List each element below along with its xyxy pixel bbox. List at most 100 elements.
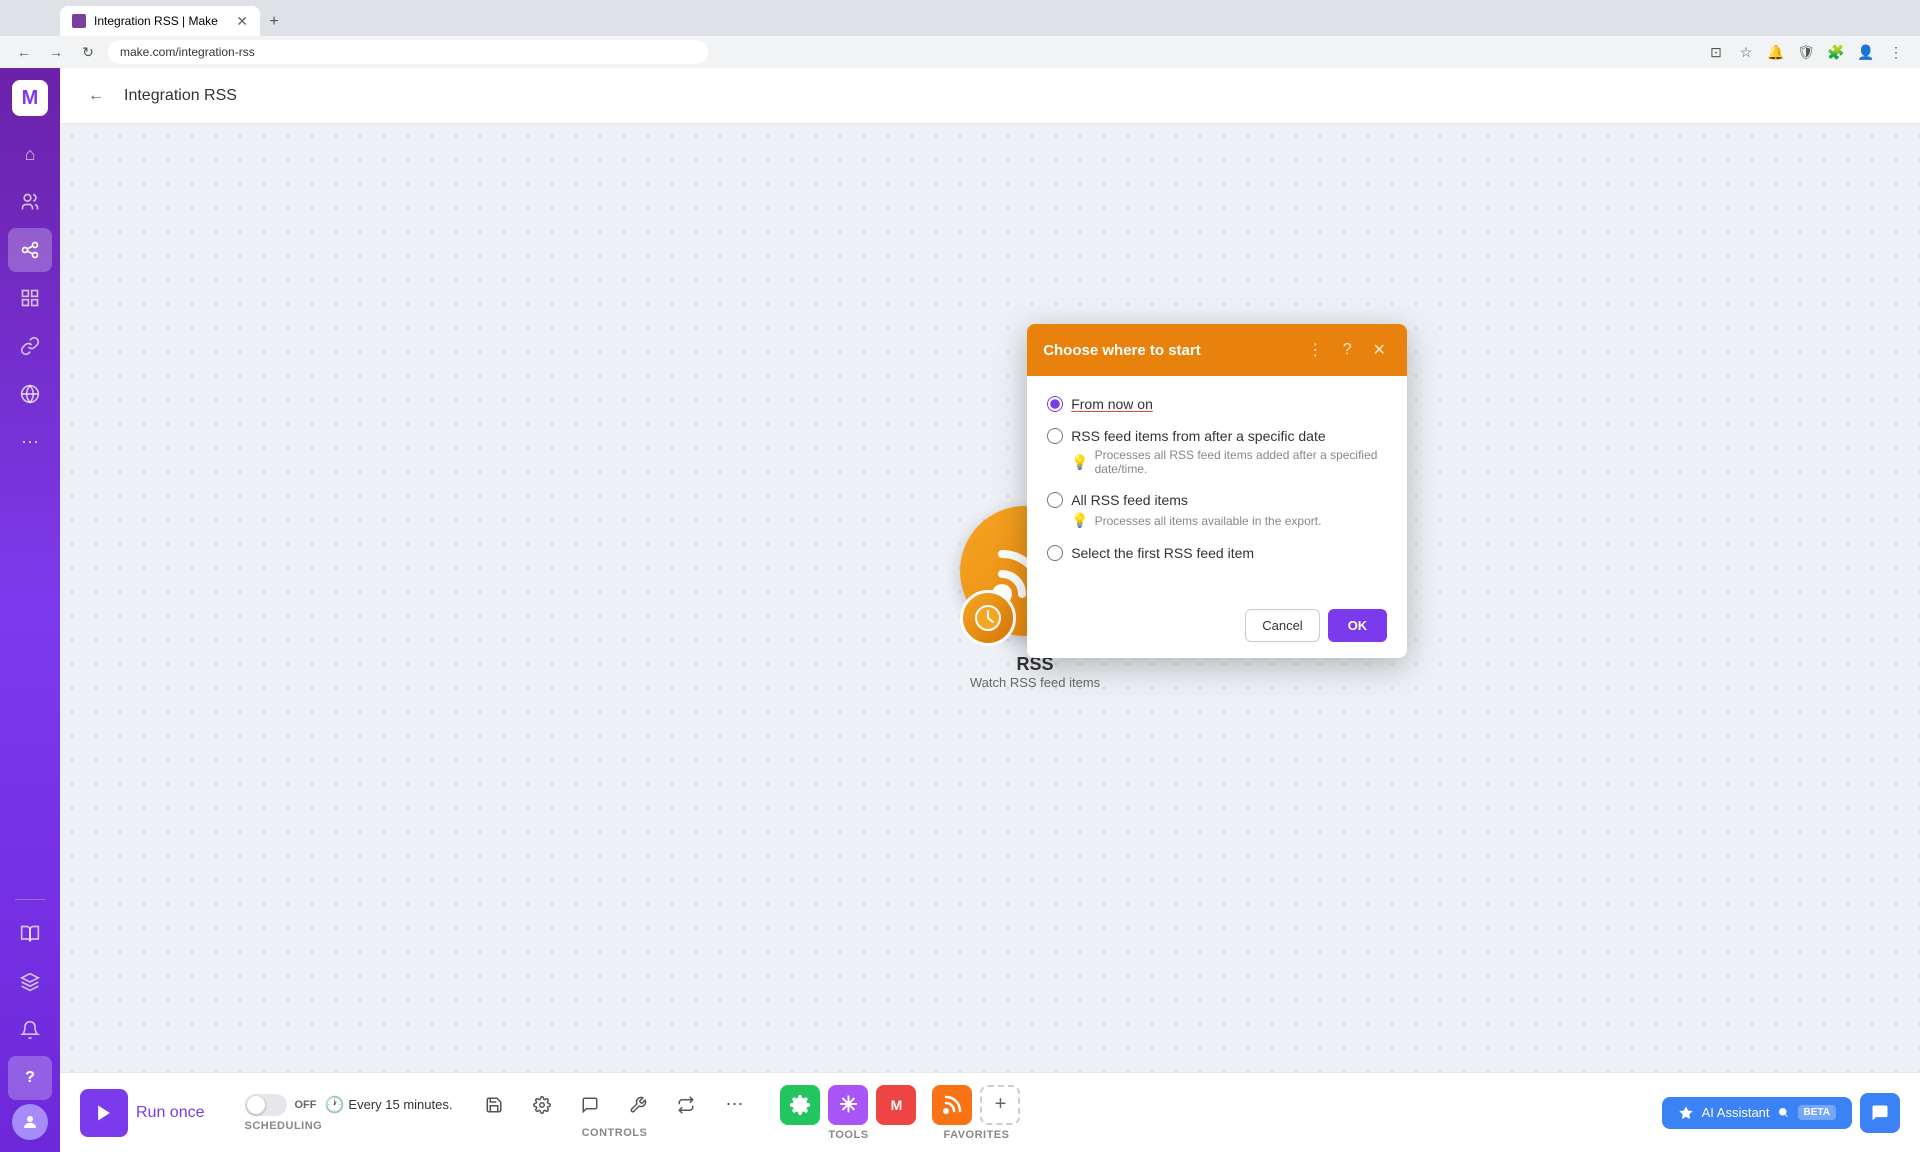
radio-option-all-items: All RSS feed items 💡 Processes all items…	[1047, 492, 1387, 529]
browser-tab[interactable]: Integration RSS | Make ✕	[60, 6, 260, 36]
tool-rss-btn[interactable]	[932, 1085, 972, 1125]
bookmark-icon[interactable]: ☆	[1734, 40, 1758, 64]
sidebar-item-apps[interactable]	[8, 276, 52, 320]
beta-badge: BETA	[1798, 1105, 1836, 1120]
scheduling-label: SCHEDULING	[245, 1120, 323, 1132]
sidebar-bottom: ?	[8, 891, 52, 1140]
shield-icon[interactable]: 🛡	[1794, 40, 1818, 64]
ok-button[interactable]: OK	[1328, 609, 1388, 642]
extensions-icon[interactable]: 🧩	[1824, 40, 1848, 64]
arrows-icon-btn[interactable]	[668, 1087, 704, 1123]
tools-icons: ✳ M	[780, 1085, 916, 1125]
settings-icon-btn[interactable]	[524, 1087, 560, 1123]
modal-overlay: Choose where to start ⋮ ? ✕ From no	[60, 124, 1920, 1072]
sidebar: M ⌂ ⋯ ?	[0, 68, 60, 1152]
ai-assistant-label: AI Assistant	[1702, 1105, 1770, 1120]
radio-all-items[interactable]	[1047, 492, 1063, 508]
controls-icons: ⋯	[476, 1087, 752, 1123]
sidebar-item-scenarios[interactable]	[8, 228, 52, 272]
tool-red-btn[interactable]: M	[876, 1085, 916, 1125]
modal-header-actions: ⋮ ? ✕	[1303, 338, 1391, 362]
logo-text: M	[22, 87, 39, 110]
tool-gear-btn[interactable]	[780, 1085, 820, 1125]
modal-more-icon[interactable]: ⋮	[1303, 338, 1327, 362]
scheduling-toggle[interactable]	[245, 1094, 287, 1116]
back-nav-button[interactable]: ←	[12, 40, 36, 64]
sidebar-item-home[interactable]: ⌂	[8, 132, 52, 176]
modal-title: Choose where to start	[1043, 342, 1201, 359]
radio-specific-date[interactable]	[1047, 428, 1063, 444]
radio-label-from-now: From now on	[1071, 396, 1153, 412]
scheduling-time: Every 15 minutes.	[348, 1097, 452, 1112]
radio-row-specific-date: RSS feed items from after a specific dat…	[1047, 428, 1387, 444]
sidebar-divider	[15, 899, 45, 900]
comment-icon-btn[interactable]	[572, 1087, 608, 1123]
user-avatar[interactable]: 👤	[1854, 40, 1878, 64]
add-favorite-btn[interactable]: +	[980, 1085, 1020, 1125]
hint-bulb-icon-2: 💡	[1071, 512, 1088, 529]
modal-body: From now on RSS feed items from after a …	[1027, 376, 1407, 597]
save-icon-btn[interactable]	[476, 1087, 512, 1123]
radio-label-first-item: Select the first RSS feed item	[1071, 545, 1254, 561]
hint-text-specific-date: Processes all RSS feed items added after…	[1095, 448, 1388, 476]
sidebar-item-user[interactable]	[12, 1104, 48, 1140]
hint-bulb-icon: 💡	[1071, 454, 1088, 471]
radio-label-all-items: All RSS feed items	[1071, 492, 1188, 508]
radio-option-from-now: From now on	[1047, 396, 1387, 412]
radio-first-item[interactable]	[1047, 545, 1063, 561]
tab-favicon	[72, 14, 86, 28]
reload-button[interactable]: ↻	[76, 40, 100, 64]
radio-hint-all-items: 💡 Processes all items available in the e…	[1071, 512, 1387, 529]
tools-section: ✳ M TOOLS	[780, 1085, 916, 1141]
page-title: Integration RSS	[124, 87, 237, 105]
more-icon-btn[interactable]: ⋯	[716, 1087, 752, 1123]
sidebar-item-team[interactable]	[8, 180, 52, 224]
app-container: M ⌂ ⋯ ?	[0, 68, 1920, 1152]
favorites-label: FAVORITES	[943, 1129, 1009, 1141]
tools-label: TOOLS	[828, 1129, 868, 1141]
ai-assistant-button[interactable]: AI Assistant BETA	[1662, 1097, 1852, 1129]
main-content: ← Integration RSS	[60, 68, 1920, 1152]
radio-row-first-item: Select the first RSS feed item	[1047, 545, 1387, 561]
modal-close-icon[interactable]: ✕	[1367, 338, 1391, 362]
sidebar-item-upgrade[interactable]	[8, 960, 52, 1004]
radio-from-now[interactable]	[1047, 396, 1063, 412]
choose-where-to-start-modal: Choose where to start ⋮ ? ✕ From no	[1027, 324, 1407, 658]
cancel-button[interactable]: Cancel	[1245, 609, 1319, 642]
wrench-icon-btn[interactable]	[620, 1087, 656, 1123]
hint-text-all-items: Processes all items available in the exp…	[1095, 514, 1322, 528]
chat-button[interactable]	[1860, 1093, 1900, 1133]
run-once-label: Run once	[136, 1104, 205, 1122]
bottom-toolbar: Run once OFF 🕐 Every 15 minutes. SCHEDUL…	[60, 1072, 1920, 1152]
run-once-button[interactable]	[80, 1089, 128, 1137]
tab-bar: Integration RSS | Make ✕ +	[0, 0, 1920, 36]
browser-chrome: Integration RSS | Make ✕ + ← → ↻ ⊡ ☆ 🔔 🛡…	[0, 0, 1920, 68]
canvas-area[interactable]: 1 RSS Watch RSS feed items Choose where …	[60, 124, 1920, 1072]
translate-icon[interactable]: ⊡	[1704, 40, 1728, 64]
profile-icon[interactable]: 🔔	[1764, 40, 1788, 64]
radio-hint-specific-date: 💡 Processes all RSS feed items added aft…	[1071, 448, 1387, 476]
sidebar-item-global[interactable]	[8, 372, 52, 416]
modal-header: Choose where to start ⋮ ? ✕	[1027, 324, 1407, 376]
tab-close-btn[interactable]: ✕	[236, 13, 248, 30]
sidebar-logo[interactable]: M	[12, 80, 48, 116]
sidebar-item-notifications[interactable]	[8, 1008, 52, 1052]
address-input[interactable]	[108, 40, 708, 64]
radio-label-specific-date: RSS feed items from after a specific dat…	[1071, 428, 1325, 444]
sidebar-item-more[interactable]: ⋯	[8, 420, 52, 464]
modal-help-icon[interactable]: ?	[1335, 338, 1359, 362]
radio-option-specific-date: RSS feed items from after a specific dat…	[1047, 428, 1387, 476]
controls-label: CONTROLS	[582, 1127, 648, 1139]
favorites-icons: +	[932, 1085, 1020, 1125]
controls-section: ⋯ CONTROLS	[476, 1087, 752, 1139]
sidebar-item-help[interactable]: ?	[8, 1056, 52, 1100]
forward-nav-button[interactable]: →	[44, 40, 68, 64]
tool-asterisk-btn[interactable]: ✳	[828, 1085, 868, 1125]
sidebar-item-docs[interactable]	[8, 912, 52, 956]
menu-icon[interactable]: ⋮	[1884, 40, 1908, 64]
radio-option-first-item: Select the first RSS feed item	[1047, 545, 1387, 561]
top-bar: ← Integration RSS	[60, 68, 1920, 124]
back-button[interactable]: ←	[80, 80, 112, 112]
sidebar-item-connections[interactable]	[8, 324, 52, 368]
new-tab-button[interactable]: +	[260, 8, 288, 36]
